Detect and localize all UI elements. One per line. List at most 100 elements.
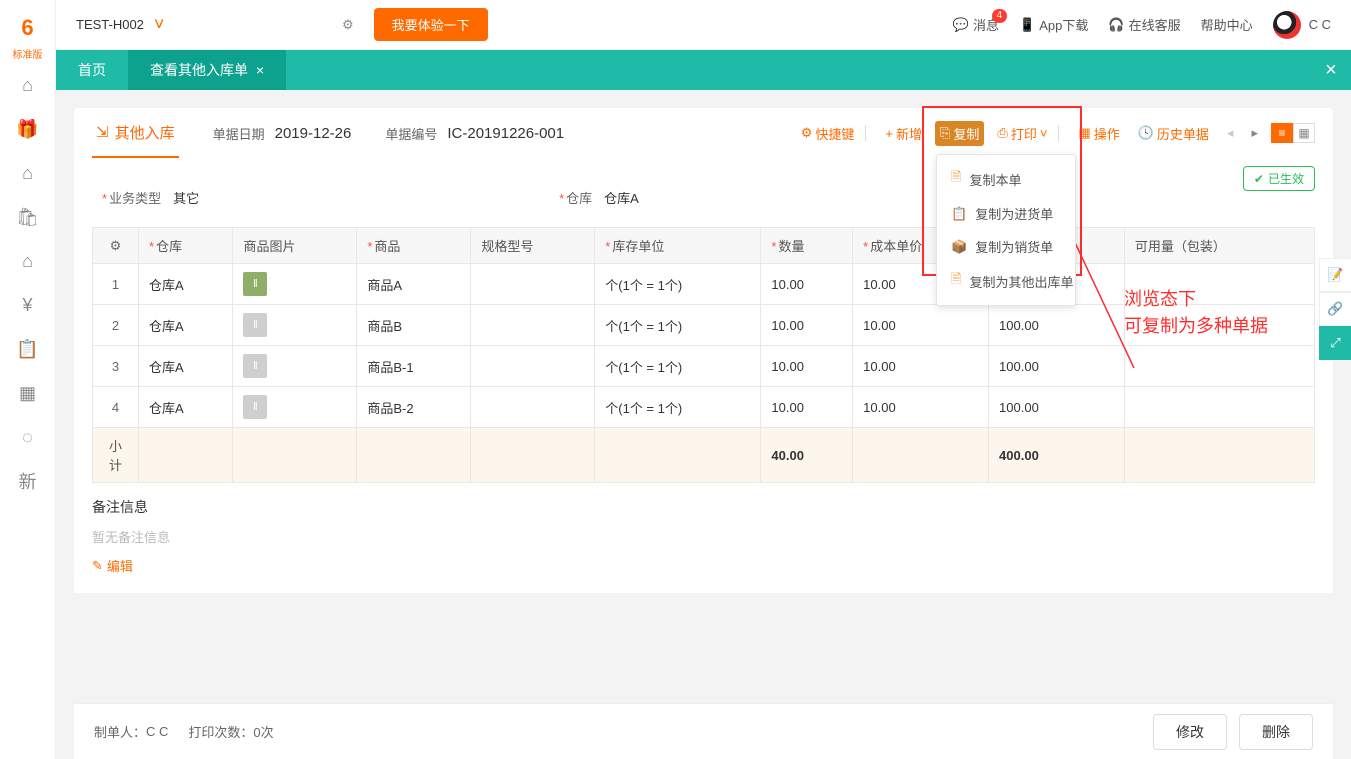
box-icon: 📦 [951,239,967,255]
cell-unit: 个(1个 = 1个) [595,305,761,346]
meta-code-label: 单据编号 [385,124,437,143]
nav-new-icon[interactable]: 新 [0,461,56,501]
cell-price: 10.00 [853,346,989,387]
copy-icon: ⎘ [940,125,950,141]
th-gear[interactable]: ⚙ [93,228,139,264]
cell-qty: 10.00 [761,387,853,428]
cta-button[interactable]: 我要体验一下 [374,8,488,41]
nav-more-icon[interactable]: ◌ [0,417,56,457]
print-count-label: 打印次数： [188,722,253,741]
nav-bag-icon[interactable]: 🛍 [0,197,56,237]
cell-product: 商品B-1 [357,346,471,387]
close-icon[interactable]: × [256,62,264,78]
cell-amount: 100.00 [989,387,1125,428]
view-list-button[interactable]: ≡ [1271,123,1293,143]
tabs-bar: 首页 查看其他入库单 × × [56,50,1351,90]
note-icon[interactable]: 📝 [1319,258,1351,292]
print-count-value: 0次 [253,722,273,741]
product-thumb: ǁ [243,313,267,337]
clipboard-icon: 📋 [951,206,967,222]
link-icon[interactable]: 🔗 [1319,292,1351,326]
row-idx: 1 [93,264,139,305]
cell-unit: 个(1个 = 1个) [595,264,761,305]
history-icon: 🕓 [1138,125,1154,141]
creator-value: C C [146,724,168,739]
row-idx: 3 [93,346,139,387]
shortcut-link[interactable]: ⚙快捷键 [796,121,860,146]
copy-button[interactable]: ⎘复制 [935,121,984,146]
cell-qty: 10.00 [761,264,853,305]
nav-house-icon[interactable]: ⌂ [0,153,56,193]
next-button[interactable]: ▸ [1246,122,1263,144]
annotation-text: 浏览态下 可复制为多种单据 [1124,286,1268,340]
prev-button[interactable]: ◂ [1222,122,1239,144]
warehouse-value: 仓库A [604,188,639,207]
app-download-link[interactable]: 📱 App下载 [1019,15,1088,34]
tab-home[interactable]: 首页 [56,50,128,90]
cell-qty: 10.00 [761,346,853,387]
close-all-icon[interactable]: × [1311,50,1351,90]
cell-spec [471,387,595,428]
plus-icon: + [885,126,893,141]
cell-image: ǁ [233,305,357,346]
copy-purchase-item[interactable]: 📋复制为进货单 [937,197,1075,230]
tab-current[interactable]: 查看其他入库单 × [128,50,286,90]
cell-price: 10.00 [853,387,989,428]
cell-available [1124,387,1314,428]
remark-edit-button[interactable]: ✎ 编辑 [92,556,133,575]
chevron-down-icon: ˅ [1040,126,1048,141]
online-cs-link[interactable]: 🎧 在线客服 [1108,15,1180,34]
card-header: ⇲ 其他入库 单据日期 2019-12-26 单据编号 IC-20191226-… [92,108,1315,158]
nav-gift-icon[interactable]: 🎁 [0,109,56,149]
table-row[interactable]: 3仓库Aǁ商品B-1个(1个 = 1个)10.0010.00100.00 [93,346,1315,387]
print-button[interactable]: ⎙打印 ˅ [992,121,1052,146]
table-header-row: ⚙ *仓库 商品图片 *商品 规格型号 *库存单位 *数量 *成本单价 *成本金… [93,228,1315,264]
nav-building-icon[interactable]: ⌂ [0,241,56,281]
org-selector[interactable]: TEST-H002 ˅ [76,14,336,35]
nav-report-icon[interactable]: ▦ [0,373,56,413]
view-grid-button[interactable]: ▦ [1293,123,1315,143]
copy-this-item[interactable]: 🗎复制本单 [937,161,1075,197]
help-link[interactable]: 帮助中心 [1201,15,1253,34]
copy-outbound-item[interactable]: 🗎复制为其他出库单 [937,263,1075,299]
remark-empty: 暂无备注信息 [92,527,1315,546]
cell-amount: 100.00 [989,305,1125,346]
th-warehouse: *仓库 [139,228,233,264]
gear-icon[interactable]: ⚙ [342,17,354,33]
avatar[interactable] [1273,11,1301,39]
delete-button[interactable]: 删除 [1239,714,1313,750]
card-tab[interactable]: ⇲ 其他入库 [92,108,179,158]
org-name: TEST-H002 [76,17,144,32]
copy-dropdown: 🗎复制本单 📋复制为进货单 📦复制为销货单 🗎复制为其他出库单 [936,154,1076,306]
product-thumb: ǁ [243,272,267,296]
cell-amount: 100.00 [989,346,1125,387]
gear-icon: ⚙ [801,125,813,141]
expand-icon[interactable]: ⤢ [1319,326,1351,360]
biztype-field: *业务类型 其它 [102,188,199,207]
creator-label: 制单人： [94,722,146,741]
history-button[interactable]: 🕓历史单据 [1133,121,1214,146]
status-badge: ✔ 已生效 [1243,166,1315,191]
message-icon: 💬 [953,17,969,33]
th-image: 商品图片 [233,228,357,264]
th-spec: 规格型号 [471,228,595,264]
meta-date-value: 2019-12-26 [275,125,352,142]
content-area: ⇲ 其他入库 单据日期 2019-12-26 单据编号 IC-20191226-… [56,90,1351,759]
modify-button[interactable]: 修改 [1153,714,1227,750]
new-button[interactable]: +新增 [880,121,927,146]
ops-button[interactable]: ▦操作 [1073,121,1124,146]
top-header: TEST-H002 ˅ ⚙ 我要体验一下 💬 消息 4 📱 App下载 🎧 在线… [56,0,1351,50]
th-available: 可用量（包装） [1124,228,1314,264]
nav-home-icon[interactable]: ⌂ [0,65,56,105]
logo-label: 标准版 [13,46,43,61]
table-row[interactable]: 4仓库Aǁ商品B-2个(1个 = 1个)10.0010.00100.00 [93,387,1315,428]
cell-image: ǁ [233,387,357,428]
th-qty: *数量 [761,228,853,264]
nav-money-icon[interactable]: ¥ [0,285,56,325]
print-icon: ⎙ [997,125,1007,141]
edit-icon: ✎ [92,558,103,574]
nav-clipboard-icon[interactable]: 📋 [0,329,56,369]
copy-sales-item[interactable]: 📦复制为销货单 [937,230,1075,263]
message-link[interactable]: 💬 消息 4 [953,15,999,34]
grid-icon: ▦ [1078,125,1090,141]
